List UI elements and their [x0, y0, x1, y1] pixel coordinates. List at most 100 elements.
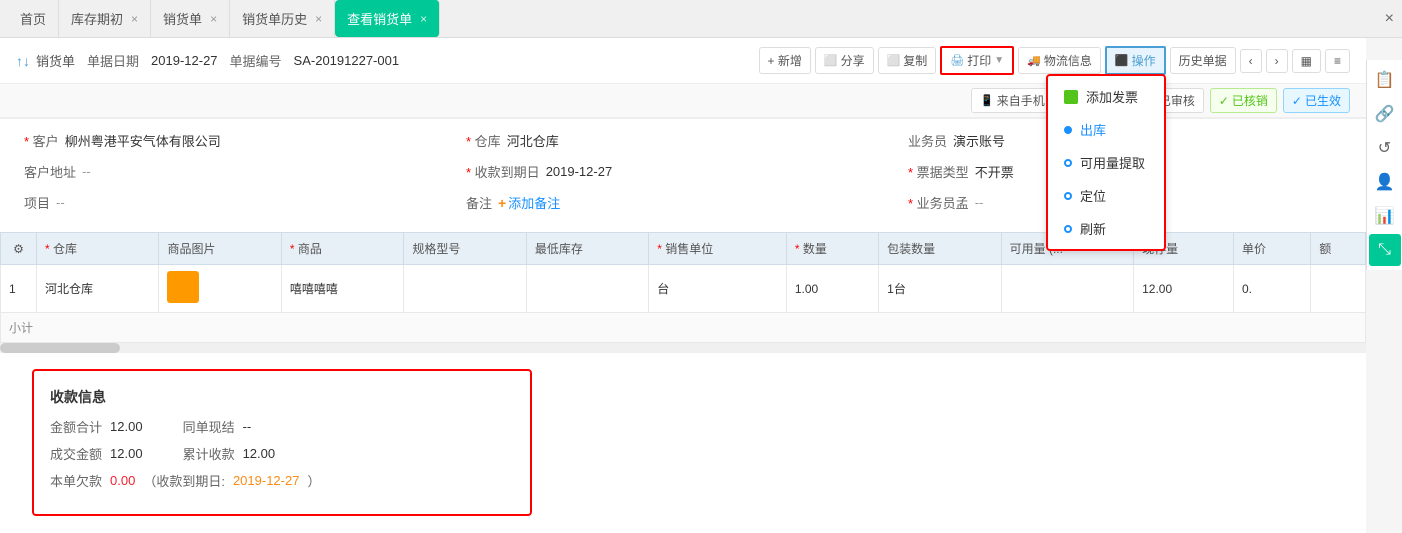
close-inventory-init[interactable]: ×: [131, 12, 138, 26]
customer-value: 柳州粤港平安气体有限公司: [65, 131, 221, 150]
transaction-value: 12.00: [110, 446, 143, 461]
operations-button[interactable]: ⬛ 操作: [1105, 46, 1166, 75]
staff-value: 演示账号: [953, 131, 1005, 150]
row-pack-qty: 1台: [879, 265, 1001, 313]
arrears-note: （收款到期日:: [143, 471, 225, 490]
dropdown-available-qty[interactable]: 可用量提取: [1048, 146, 1164, 179]
sales-staff-label: 业务员孟: [908, 193, 969, 212]
row-warehouse: 河北仓库: [37, 265, 159, 313]
form-icon: ↑↓: [16, 53, 30, 69]
warehouse-value: 河北仓库: [507, 131, 559, 150]
transaction-amount: 成交金额 12.00: [50, 444, 143, 463]
copy-button[interactable]: ⬜ 复制: [878, 47, 937, 74]
locate-icon: [1064, 192, 1072, 200]
dropdown-refresh[interactable]: 刷新: [1048, 212, 1164, 245]
list-view-button[interactable]: ≡: [1325, 49, 1350, 73]
logistics-button[interactable]: 🚚 物流信息: [1018, 47, 1101, 74]
nav-prev-button[interactable]: ‹: [1240, 49, 1262, 73]
print-button[interactable]: 🖨 打印 ▼: [940, 46, 1014, 75]
share-button[interactable]: ⬜ 分享: [815, 47, 874, 74]
row-product-img: [159, 265, 281, 313]
horizontal-scrollbar[interactable]: [0, 343, 1366, 353]
due-date-label: 收款到期日: [466, 162, 540, 181]
nav-next-button[interactable]: ›: [1266, 49, 1288, 73]
col-sales-unit: * 销售单位: [649, 233, 787, 265]
address-value: --: [82, 164, 91, 179]
project-label: 项目: [24, 193, 50, 212]
subtotal-label: 小计: [1, 313, 1366, 343]
total-value: 12.00: [110, 419, 143, 434]
side-btn-user[interactable]: 👤: [1369, 166, 1401, 198]
number-meta-value: SA-20191227-001: [294, 53, 400, 68]
side-btn-refresh[interactable]: ↺: [1369, 132, 1401, 164]
history-button[interactable]: 历史单据: [1170, 47, 1236, 74]
side-btn-link[interactable]: 🔗: [1369, 98, 1401, 130]
col-gear[interactable]: ⚙: [1, 233, 37, 265]
global-close-button[interactable]: ×: [1385, 10, 1394, 28]
refresh-icon: [1064, 225, 1072, 233]
effective-badge: ✓ 已生效: [1283, 88, 1350, 113]
tab-home[interactable]: 首页: [8, 0, 59, 37]
summary-box: 收款信息 金额合计 12.00 同单现结 -- 成交金额 12.00: [32, 369, 532, 516]
row-min-stock: [526, 265, 648, 313]
ticket-type-value: 不开票: [975, 162, 1014, 181]
due-date-field: 收款到期日 2019-12-27: [466, 162, 900, 181]
col-product: * 商品: [281, 233, 403, 265]
note-field: 备注 + 添加备注: [466, 193, 900, 212]
tab-inventory-init[interactable]: 库存期初 ×: [59, 0, 151, 37]
row-index: 1: [1, 265, 37, 313]
side-panel: 📋 🔗 ↺ 👤 📊 ⤡: [1366, 60, 1402, 270]
close-sales-history[interactable]: ×: [315, 12, 322, 26]
warehouse-field: 仓库 河北仓库: [466, 131, 900, 150]
mobile-button[interactable]: 📱 来自手机: [971, 88, 1054, 113]
side-btn-doc[interactable]: 📋: [1369, 64, 1401, 96]
side-btn-expand[interactable]: ⤡: [1369, 234, 1401, 266]
row-unit-price: 0.: [1233, 265, 1310, 313]
add-invoice-icon: [1064, 90, 1078, 104]
row-product: 嘻嘻嘻嘻: [281, 265, 403, 313]
arrears-row: 本单欠款 0.00 （收款到期日: 2019-12-27 ）: [50, 471, 320, 490]
arrears-close: ）: [307, 471, 320, 490]
tab-sales-history[interactable]: 销货单历史 ×: [230, 0, 335, 37]
add-note-button[interactable]: + 添加备注: [498, 193, 560, 212]
tab-view-sales[interactable]: 查看销货单 ×: [335, 0, 440, 37]
row-sales-unit: 台: [649, 265, 787, 313]
table-row: 1 河北仓库 嘻嘻嘻嘻 台 1.00 1台 12: [1, 265, 1366, 313]
staff-label: 业务员: [908, 131, 947, 150]
address-label: 客户地址: [24, 162, 76, 181]
side-btn-chart[interactable]: 📊: [1369, 200, 1401, 232]
sold-out-badge: ✓ 已核销: [1210, 88, 1277, 113]
col-unit-price: 单价: [1233, 233, 1310, 265]
total-label: 金额合计: [50, 417, 102, 436]
col-quantity: * 数量: [786, 233, 878, 265]
tab-sales-order[interactable]: 销货单 ×: [151, 0, 230, 37]
dropdown-ship-out[interactable]: 出库: [1048, 113, 1164, 146]
row-sku: [404, 265, 526, 313]
close-sales-order[interactable]: ×: [210, 12, 217, 26]
number-meta-label: 单据编号: [230, 51, 282, 70]
same-order-label: 同单现结: [183, 417, 235, 436]
same-order-value: --: [243, 419, 252, 434]
customer-label: 客户: [24, 131, 59, 150]
form-type-label: 销货单: [36, 51, 75, 70]
row-quantity: 1.00: [786, 265, 878, 313]
grid-view-button[interactable]: ▦: [1292, 49, 1321, 73]
col-product-img: 商品图片: [159, 233, 281, 265]
scrollbar-thumb[interactable]: [0, 343, 120, 353]
dropdown-add-invoice[interactable]: 添加发票: [1048, 80, 1164, 113]
row-stock: 12.00: [1134, 265, 1234, 313]
arrears-date: 2019-12-27: [233, 473, 300, 488]
available-qty-icon: [1064, 159, 1072, 167]
col-sku: 规格型号: [404, 233, 526, 265]
col-min-stock: 最低库存: [526, 233, 648, 265]
project-field: 项目 --: [24, 193, 458, 212]
close-view-sales[interactable]: ×: [420, 12, 427, 26]
new-button[interactable]: + 新增: [759, 47, 811, 74]
dropdown-locate[interactable]: 定位: [1048, 179, 1164, 212]
due-date-value: 2019-12-27: [546, 164, 613, 179]
address-field: 客户地址 --: [24, 162, 458, 181]
cumulative-label: 累计收款: [183, 444, 235, 463]
project-value: --: [56, 195, 65, 210]
row-available: [1001, 265, 1134, 313]
note-label: 备注: [466, 193, 492, 212]
